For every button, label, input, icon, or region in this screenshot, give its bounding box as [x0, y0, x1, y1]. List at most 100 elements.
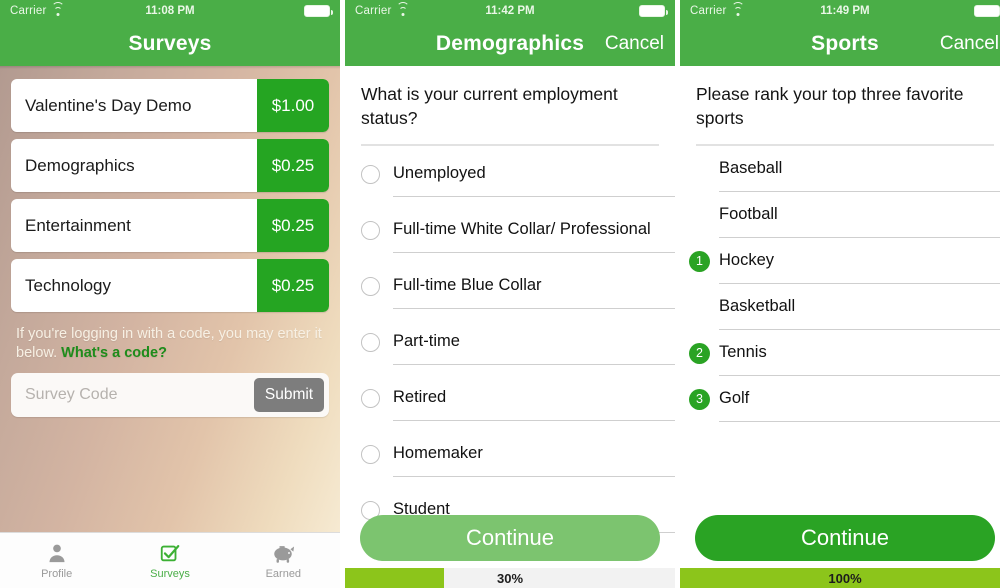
- sport-label: Golf: [719, 389, 750, 407]
- tab-earned-label: Earned: [265, 568, 302, 580]
- radio-icon[interactable]: [361, 388, 380, 408]
- option-row[interactable]: Part-time: [345, 314, 675, 370]
- status-bar-left-2: Carrier: [355, 2, 410, 17]
- option-row-inner: Full-time Blue Collar: [393, 263, 675, 309]
- question-text: What is your current employment status?: [361, 84, 618, 128]
- option-row[interactable]: Unemployed: [345, 146, 675, 202]
- option-row[interactable]: Retired: [345, 370, 675, 426]
- survey-name: Demographics: [11, 139, 257, 192]
- status-bar-right-1: [304, 5, 333, 17]
- carrier-label: Carrier: [690, 5, 727, 17]
- question-area-2: What is your current employment status? …: [345, 66, 675, 588]
- tab-surveys[interactable]: Surveys: [113, 541, 226, 580]
- sport-label: Hockey: [719, 251, 775, 269]
- option-row-inner: Unemployed: [393, 151, 675, 197]
- piggybank-icon: [271, 541, 295, 565]
- tab-profile[interactable]: Profile: [0, 541, 113, 580]
- wifi-icon: [396, 2, 410, 16]
- rank-badge: [689, 297, 710, 318]
- continue-button[interactable]: Continue: [695, 515, 995, 561]
- survey-list-item[interactable]: Demographics $0.25: [11, 139, 329, 192]
- ranking-row[interactable]: 1 Hockey: [680, 238, 1000, 284]
- radio-icon[interactable]: [361, 332, 380, 352]
- submit-button[interactable]: Submit: [254, 378, 324, 412]
- ranking-row-inner: Golf: [719, 376, 1000, 422]
- option-label: Full-time Blue Collar: [393, 276, 542, 294]
- phone-screen-surveys-list: Carrier 11:08 PM Surveys Valentine's Day…: [0, 0, 340, 588]
- page-title: Sports: [811, 32, 879, 55]
- battery-icon: [639, 5, 668, 17]
- survey-code-field-wrapper[interactable]: Submit: [11, 373, 329, 417]
- survey-list-item[interactable]: Entertainment $0.25: [11, 199, 329, 252]
- cancel-button[interactable]: Cancel: [940, 33, 999, 55]
- option-label: Homemaker: [393, 444, 483, 462]
- ranking-row[interactable]: 2 Tennis: [680, 330, 1000, 376]
- question-text: Please rank your top three favorite spor…: [696, 84, 964, 128]
- status-bar-1: Carrier 11:08 PM: [0, 0, 340, 22]
- rank-badge: [689, 159, 710, 180]
- option-row-inner: Full-time White Collar/ Professional: [393, 207, 675, 253]
- option-label: Part-time: [393, 332, 460, 350]
- rank-badge: 3: [689, 388, 710, 410]
- ranking-row[interactable]: Basketball: [680, 284, 1000, 330]
- checkbox-icon: [159, 541, 181, 565]
- sport-label: Football: [719, 205, 778, 223]
- tab-earned[interactable]: Earned: [227, 541, 340, 580]
- option-row[interactable]: Full-time White Collar/ Professional: [345, 202, 675, 258]
- page-title: Demographics: [435, 32, 585, 55]
- option-row[interactable]: Full-time Blue Collar: [345, 258, 675, 314]
- progress-label: 100%: [828, 570, 862, 586]
- ranking-row[interactable]: Football: [680, 192, 1000, 238]
- carrier-label: Carrier: [10, 5, 47, 17]
- whats-a-code-link[interactable]: What's a code?: [61, 345, 167, 361]
- ranking-row-inner: Hockey: [719, 238, 1000, 284]
- rank-badge: 2: [689, 342, 710, 364]
- radio-icon[interactable]: [361, 164, 380, 184]
- tab-profile-label: Profile: [41, 568, 73, 580]
- status-bar-left-3: Carrier: [690, 2, 745, 17]
- option-row[interactable]: Homemaker: [345, 426, 675, 482]
- wifi-icon: [731, 2, 745, 16]
- carrier-label: Carrier: [355, 5, 392, 17]
- battery-icon: [974, 5, 1000, 17]
- option-label: Full-time White Collar/ Professional: [393, 220, 651, 238]
- option-label: Unemployed: [393, 164, 486, 182]
- radio-icon[interactable]: [361, 276, 380, 296]
- status-bar-2: Carrier 11:42 PM: [345, 0, 675, 22]
- wifi-icon: [51, 2, 65, 16]
- ranking-row[interactable]: 3 Golf: [680, 376, 1000, 422]
- sport-label: Tennis: [719, 343, 767, 361]
- bottom-bar-3: Continue 100%: [680, 515, 1000, 588]
- surveys-body: Valentine's Day Demo $1.00 Demographics …: [0, 66, 340, 532]
- survey-list-item[interactable]: Valentine's Day Demo $1.00: [11, 79, 329, 132]
- progress-bar: 30%: [345, 568, 675, 588]
- survey-name: Entertainment: [11, 199, 257, 252]
- survey-price-badge: $1.00: [257, 79, 329, 132]
- question-area-3: Please rank your top three favorite spor…: [680, 66, 1000, 588]
- sport-label: Baseball: [719, 159, 783, 177]
- battery-icon: [304, 5, 333, 17]
- phone-screen-sports-ranking: Carrier 11:49 PM Sports Cancel Please ra…: [680, 0, 1000, 588]
- ranking-row-inner: Baseball: [719, 146, 1000, 192]
- status-bar-left-1: Carrier: [10, 2, 65, 17]
- survey-code-input[interactable]: [11, 386, 254, 404]
- radio-icon[interactable]: [361, 220, 380, 240]
- radio-icon[interactable]: [361, 444, 380, 464]
- ranking-row-inner: Football: [719, 192, 1000, 238]
- ranking-row-inner: Tennis: [719, 330, 1000, 376]
- ranking-row[interactable]: Baseball: [680, 146, 1000, 192]
- sports-ranking-list: Baseball Football 1 Hockey Basketball 2 …: [680, 146, 1000, 422]
- survey-price-badge: $0.25: [257, 259, 329, 312]
- progress-label: 30%: [496, 570, 524, 586]
- status-bar-right-3: [974, 5, 1000, 17]
- continue-button[interactable]: Continue: [360, 515, 660, 561]
- bottom-bar-2: Continue 30%: [345, 515, 675, 588]
- status-bar-3: Carrier 11:49 PM: [680, 0, 1000, 22]
- survey-price-badge: $0.25: [257, 199, 329, 252]
- page-title: Surveys: [128, 32, 212, 55]
- cancel-button[interactable]: Cancel: [605, 33, 664, 55]
- option-row-inner: Homemaker: [393, 431, 675, 477]
- sport-label: Basketball: [719, 297, 796, 315]
- survey-list-item[interactable]: Technology $0.25: [11, 259, 329, 312]
- survey-price-badge: $0.25: [257, 139, 329, 192]
